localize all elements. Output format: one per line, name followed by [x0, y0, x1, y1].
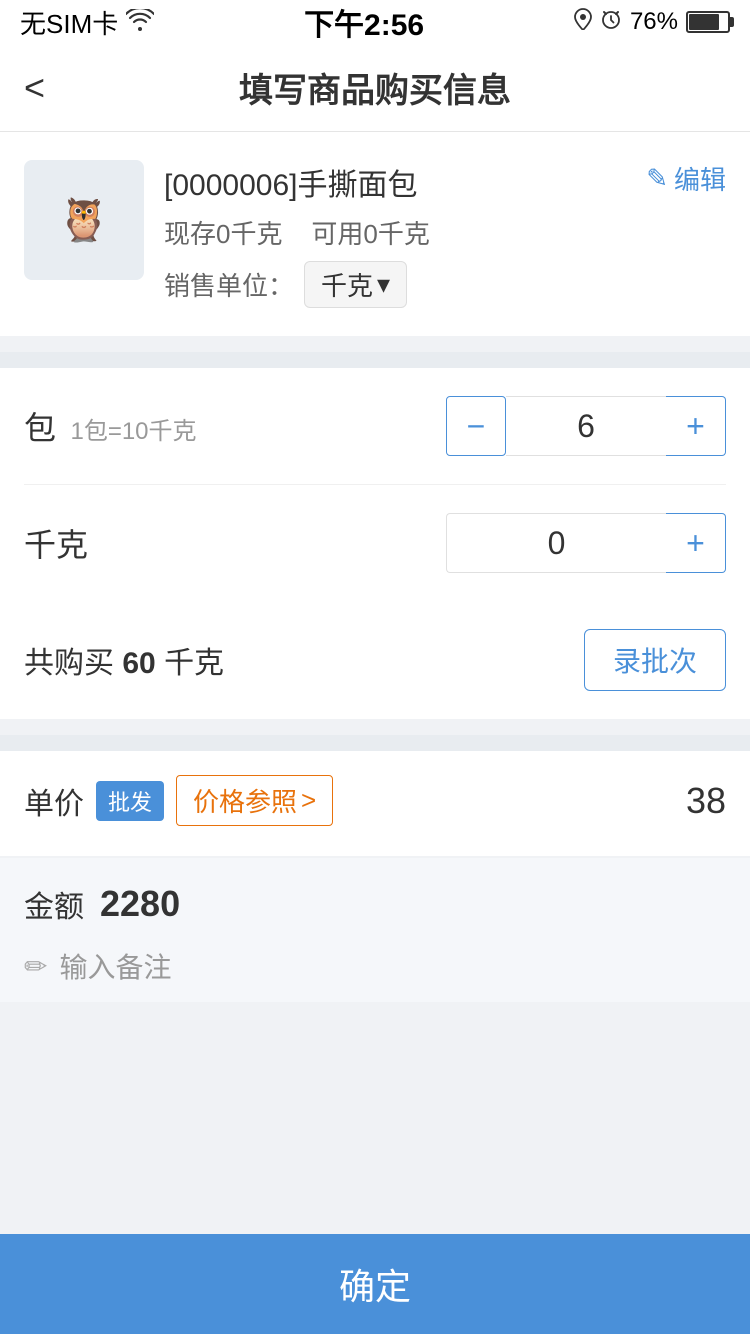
page-title: 填写商品购买信息 — [239, 63, 511, 112]
status-right: 76% — [574, 8, 730, 37]
location-icon — [574, 8, 592, 37]
battery-percent: 76% — [630, 8, 678, 36]
wifi-icon — [126, 7, 154, 38]
amount-label: 金额 — [24, 882, 84, 926]
kg-quantity-input[interactable] — [446, 513, 666, 573]
confirm-button[interactable]: 确定 — [0, 1234, 750, 1334]
battery-icon — [686, 11, 730, 33]
bag-quantity-control: − + — [446, 396, 726, 456]
amount-value: 2280 — [100, 883, 180, 925]
price-value: 38 — [686, 780, 726, 822]
edit-button[interactable]: ✎ 编辑 — [646, 160, 726, 197]
remark-placeholder[interactable]: 输入备注 — [59, 946, 171, 986]
product-logo: 🦉 — [58, 196, 110, 245]
product-info: [0000006]手撕面包 现存0千克 可用0千克 销售单位： 千克 ▾ — [164, 160, 726, 308]
price-section: 单价 批发 价格参照 > 38 — [0, 751, 750, 856]
chevron-down-icon: ▾ — [377, 269, 390, 300]
kg-row: 千克 + — [24, 485, 726, 601]
unit-select[interactable]: 千克 ▾ — [304, 261, 407, 308]
bag-minus-button[interactable]: − — [446, 396, 506, 456]
confirm-label: 确定 — [339, 1258, 411, 1310]
bag-quantity-input[interactable] — [506, 396, 666, 456]
remark-row[interactable]: ✏ 输入备注 — [24, 946, 726, 986]
total-text: 共购买 60 千克 — [24, 638, 224, 682]
alarm-icon — [600, 8, 622, 37]
form-section: 包 1包=10千克 − + 千克 + — [0, 368, 750, 601]
product-unit-row: 销售单位： 千克 ▾ — [164, 261, 726, 308]
amount-row: 金额 2280 — [24, 882, 726, 926]
total-row: 共购买 60 千克 录批次 — [0, 601, 750, 719]
batch-tag: 批发 — [96, 781, 164, 821]
kg-quantity-control: + — [446, 513, 726, 573]
edit-icon: ✎ — [646, 163, 668, 194]
kg-label: 千克 — [24, 520, 88, 566]
product-card: 🦉 [0000006]手撕面包 现存0千克 可用0千克 销售单位： 千克 ▾ ✎… — [0, 132, 750, 336]
bag-row: 包 1包=10千克 − + — [24, 368, 726, 485]
nav-bar: < 填写商品购买信息 — [0, 44, 750, 132]
price-label-group: 单价 批发 价格参照 > — [24, 775, 333, 826]
status-time: 下午2:56 — [304, 0, 424, 44]
status-bar: 无SIM卡 下午2:56 76% — [0, 0, 750, 44]
kg-plus-button[interactable]: + — [666, 513, 726, 573]
price-label: 单价 — [24, 779, 84, 823]
carrier-text: 无SIM卡 — [20, 4, 118, 41]
back-button[interactable]: < — [24, 67, 45, 109]
bag-label: 包 1包=10千克 — [24, 403, 197, 449]
price-row: 单价 批发 价格参照 > 38 — [24, 775, 726, 826]
product-name: [0000006]手撕面包 — [164, 160, 726, 204]
divider-2 — [0, 735, 750, 751]
bag-plus-button[interactable]: + — [666, 396, 726, 456]
divider-1 — [0, 352, 750, 368]
product-image: 🦉 — [24, 160, 144, 280]
batch-button[interactable]: 录批次 — [584, 629, 726, 691]
pencil-icon: ✏ — [24, 950, 47, 983]
price-ref-button[interactable]: 价格参照 > — [176, 775, 333, 826]
chevron-right-icon: > — [301, 785, 316, 816]
status-left: 无SIM卡 — [20, 4, 154, 41]
product-stock: 现存0千克 可用0千克 — [164, 214, 726, 251]
amount-section: 金额 2280 ✏ 输入备注 — [0, 858, 750, 1002]
unit-label: 销售单位： — [164, 266, 294, 303]
